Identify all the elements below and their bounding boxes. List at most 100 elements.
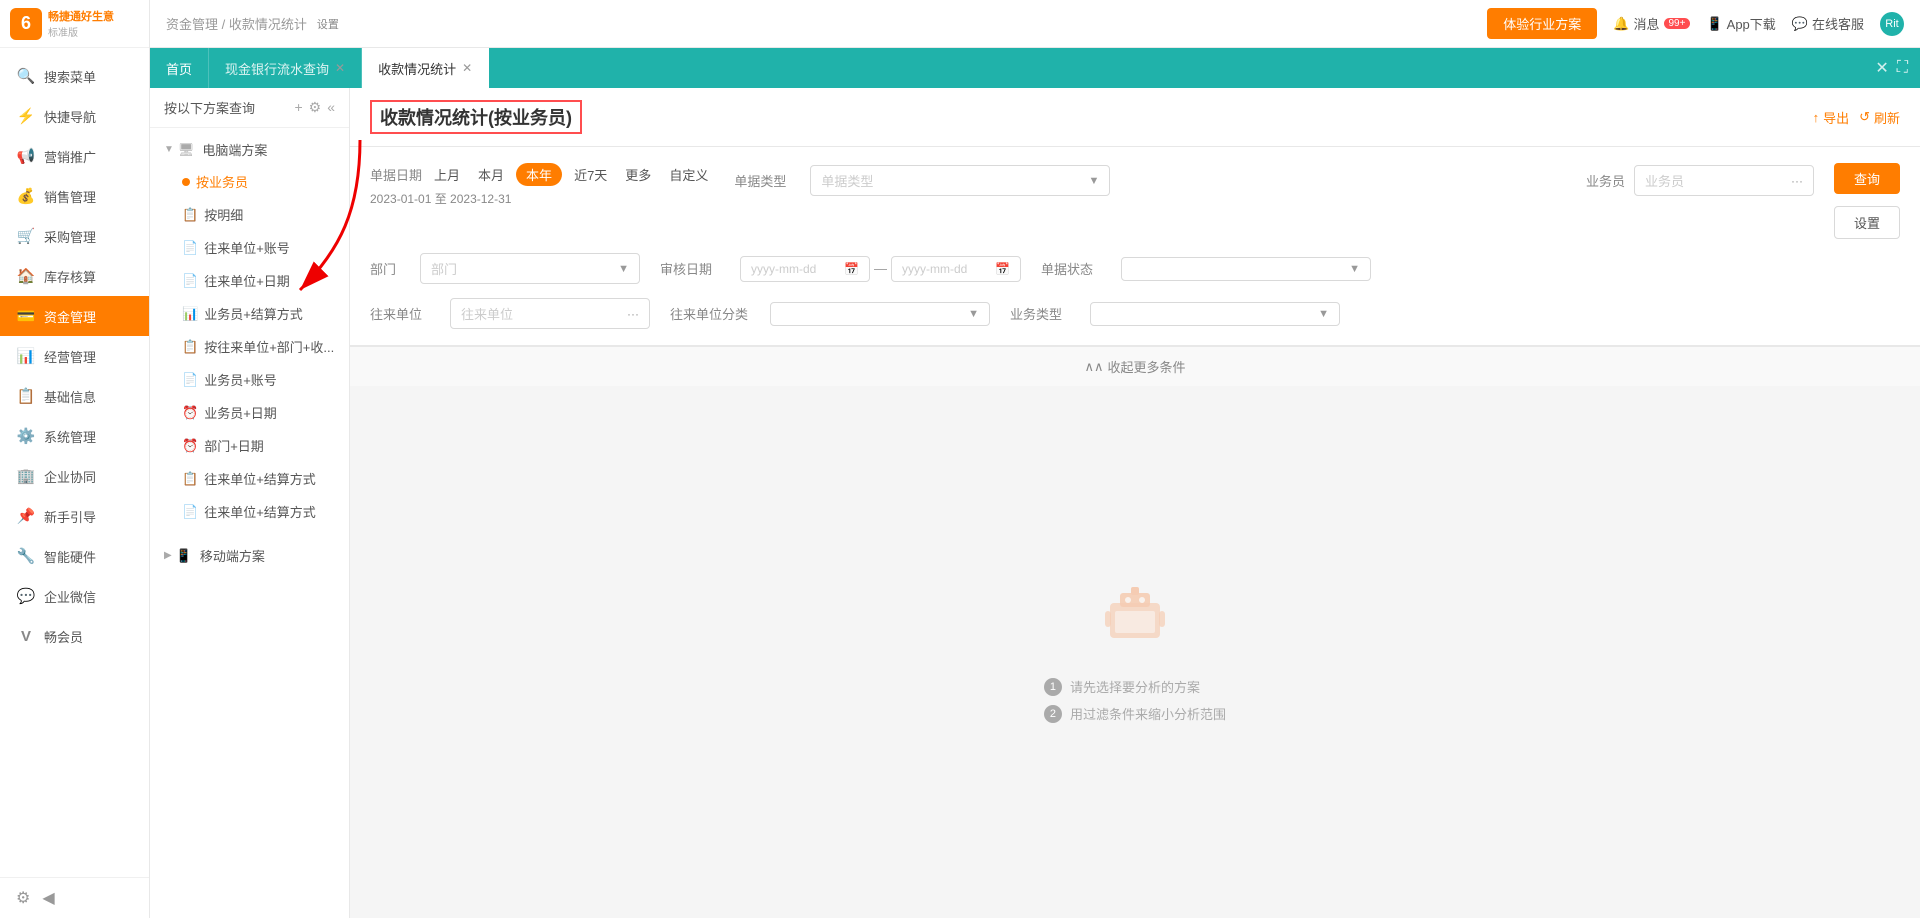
refresh-button[interactable]: ↺ 刷新 xyxy=(1859,108,1900,127)
sidebar-item-operations[interactable]: 📊 经营管理 xyxy=(0,336,149,376)
scheme-group-mobile: ▶ 📱 移动端方案 xyxy=(150,534,349,577)
user-avatar[interactable]: Rit xyxy=(1880,12,1904,36)
logo-icon: 6 xyxy=(10,8,42,40)
app-download-icon: 📱 xyxy=(1706,16,1722,32)
scheme-item-label: 部门+日期 xyxy=(204,436,264,455)
collapse-bar[interactable]: ∧∧ 收起更多条件 xyxy=(350,346,1920,386)
scheme-item-unit-date[interactable]: 📄 往来单位+日期 xyxy=(150,264,349,297)
basic-info-icon: 📋 xyxy=(16,386,36,406)
notifications-btn[interactable]: 🔔 消息 99+ xyxy=(1613,14,1690,33)
sidebar-item-label: 经营管理 xyxy=(44,347,96,366)
sidebar-item-system[interactable]: ⚙️ 系统管理 xyxy=(0,416,149,456)
export-button[interactable]: ↑ 导出 xyxy=(1813,108,1850,127)
sidebar-item-label: 企业协同 xyxy=(44,467,96,486)
sidebar-item-vip[interactable]: V 畅会员 xyxy=(0,616,149,656)
close-window-icon[interactable]: ✕ xyxy=(1875,58,1888,78)
review-date-to[interactable]: yyyy-mm-dd 📅 xyxy=(891,256,1021,282)
scheme-group-desktop: ▼ 🖥 电脑端方案 按业务员 📋 按明细 📄 往来单位+账号 📄 xyxy=(150,128,349,534)
gear-button[interactable]: 设置 xyxy=(317,16,339,32)
export-label: 导出 xyxy=(1823,108,1849,127)
sidebar-item-funds[interactable]: 💳 资金管理 xyxy=(0,296,149,336)
scheme-header-icons: + ⚙ « xyxy=(294,99,335,116)
purchase-icon: 🛒 xyxy=(16,226,36,246)
sidebar-item-guide[interactable]: 📌 新手引导 xyxy=(0,496,149,536)
sidebar-item-inventory[interactable]: 🏠 库存核算 xyxy=(0,256,149,296)
scheme-item-salesperson-date[interactable]: ⏰ 业务员+日期 xyxy=(150,396,349,429)
scheme-collapse-icon[interactable]: « xyxy=(327,99,335,116)
salesperson-select[interactable]: 业务员 ··· xyxy=(1634,165,1814,196)
sidebar-item-purchase[interactable]: 🛒 采购管理 xyxy=(0,216,149,256)
scheme-item-salesperson-account[interactable]: 📄 业务员+账号 xyxy=(150,363,349,396)
salesperson-more-icon[interactable]: ··· xyxy=(1791,174,1803,188)
scheme-item-unit-settle1[interactable]: 📋 往来单位+结算方式 xyxy=(150,462,349,495)
date-this-year[interactable]: 本年 xyxy=(516,163,562,186)
sidebar-item-wechat[interactable]: 💬 企业微信 xyxy=(0,576,149,616)
tab-bank-flow[interactable]: 现金银行流水查询 ✕ xyxy=(209,48,362,88)
empty-step-1: 1 请先选择要分析的方案 xyxy=(1044,677,1226,696)
sidebar-item-basic-info[interactable]: 📋 基础信息 xyxy=(0,376,149,416)
trial-button[interactable]: 体验行业方案 xyxy=(1487,8,1597,39)
tab-receipt-stats-close[interactable]: ✕ xyxy=(462,61,472,75)
sidebar-item-label: 采购管理 xyxy=(44,227,96,246)
counterpart-select[interactable]: 往来单位 ··· xyxy=(450,298,650,329)
breadcrumb: 资金管理 / 收款情况统计 xyxy=(166,14,307,33)
sidebar-item-smart-hw[interactable]: 🔧 智能硬件 xyxy=(0,536,149,576)
scheme-item-unit-dept-receipt[interactable]: 📋 按往来单位+部门+收... xyxy=(150,330,349,363)
scheme-group-desktop-title[interactable]: ▼ 🖥 电脑端方案 xyxy=(150,134,349,165)
scheme-group-mobile-title[interactable]: ▶ 📱 移动端方案 xyxy=(150,540,349,571)
doc-type-select[interactable]: 单据类型 ▼ xyxy=(810,165,1110,196)
vip-icon: V xyxy=(16,626,36,646)
collapse-sidebar-icon[interactable]: ◀ xyxy=(42,888,54,908)
scheme-item-by-detail[interactable]: 📋 按明细 xyxy=(150,198,349,231)
scheme-panel: 按以下方案查询 + ⚙ « ▼ 🖥 电脑端方案 按业务员 xyxy=(150,88,350,918)
biz-type-chevron-icon: ▼ xyxy=(1318,308,1329,320)
sidebar-item-marketing[interactable]: 📢 营销推广 xyxy=(0,136,149,176)
app-download-btn[interactable]: 📱 App下载 xyxy=(1706,14,1775,33)
scheme-item-unit-settle2[interactable]: 📄 往来单位+结算方式 xyxy=(150,495,349,528)
date-last-month[interactable]: 上月 xyxy=(428,163,466,186)
enterprise-icon: 🏢 xyxy=(16,466,36,486)
scheme-item-salesperson-settle[interactable]: 📊 业务员+结算方式 xyxy=(150,297,349,330)
quick-nav-icon: ⚡ xyxy=(16,106,36,126)
date-custom[interactable]: 自定义 xyxy=(663,163,714,186)
doc-status-select[interactable]: ▼ xyxy=(1121,257,1371,281)
review-date-from-cal-icon: 📅 xyxy=(844,262,859,276)
date-more[interactable]: 更多 xyxy=(619,163,657,186)
tab-home[interactable]: 首页 xyxy=(150,48,209,88)
scheme-item-unit-account[interactable]: 📄 往来单位+账号 xyxy=(150,231,349,264)
review-date-from[interactable]: yyyy-mm-dd 📅 xyxy=(740,256,870,282)
tab-bank-flow-close[interactable]: ✕ xyxy=(335,61,345,75)
query-button[interactable]: 查询 xyxy=(1834,163,1900,194)
date-this-month[interactable]: 本月 xyxy=(472,163,510,186)
wechat-icon: 💬 xyxy=(16,586,36,606)
sidebar-item-search-menu[interactable]: 🔍 搜索菜单 xyxy=(0,56,149,96)
desktop-icon: 🖥 xyxy=(178,142,195,158)
active-dot-icon xyxy=(182,178,190,186)
date-7days[interactable]: 近7天 xyxy=(568,163,613,186)
detail-icon: 📋 xyxy=(182,207,198,223)
sidebar-item-sales[interactable]: 💰 销售管理 xyxy=(0,176,149,216)
filter-panel: 单据日期 上月 本月 本年 近7天 更多 自定义 2023-01-01 至 20… xyxy=(350,147,1920,346)
scheme-item-by-salesperson[interactable]: 按业务员 xyxy=(150,165,349,198)
dept-select[interactable]: 部门 ▼ xyxy=(420,253,640,284)
review-date-label: 审核日期 xyxy=(660,259,720,278)
sidebar-item-enterprise[interactable]: 🏢 企业协同 xyxy=(0,456,149,496)
online-service-btn[interactable]: 💬 在线客服 xyxy=(1792,14,1864,33)
marketing-icon: 📢 xyxy=(16,146,36,166)
counterpart-more-icon[interactable]: ··· xyxy=(627,307,639,321)
step-2-text: 用过滤条件来缩小分析范围 xyxy=(1070,704,1226,723)
tab-receipt-stats[interactable]: 收款情况统计 ✕ xyxy=(362,48,489,88)
scheme-add-icon[interactable]: + xyxy=(294,99,302,116)
scheme-item-dept-date[interactable]: ⏰ 部门+日期 xyxy=(150,429,349,462)
sidebar-item-quick-nav[interactable]: ⚡ 快捷导航 xyxy=(0,96,149,136)
biz-type-select[interactable]: ▼ xyxy=(1090,302,1340,326)
settings-button[interactable]: 设置 xyxy=(1834,206,1900,239)
scheme-settings-icon[interactable]: ⚙ xyxy=(309,99,322,116)
step-2-num: 2 xyxy=(1044,705,1062,723)
settings-icon[interactable]: ⚙ xyxy=(16,888,30,908)
sidebar-item-label: 畅会员 xyxy=(44,627,83,646)
desktop-expand-icon: ▼ xyxy=(164,144,174,155)
header-left: 资金管理 / 收款情况统计 设置 xyxy=(166,14,339,33)
counterpart-cat-select[interactable]: ▼ xyxy=(770,302,990,326)
maximize-window-icon[interactable]: ⛶ xyxy=(1897,59,1908,77)
